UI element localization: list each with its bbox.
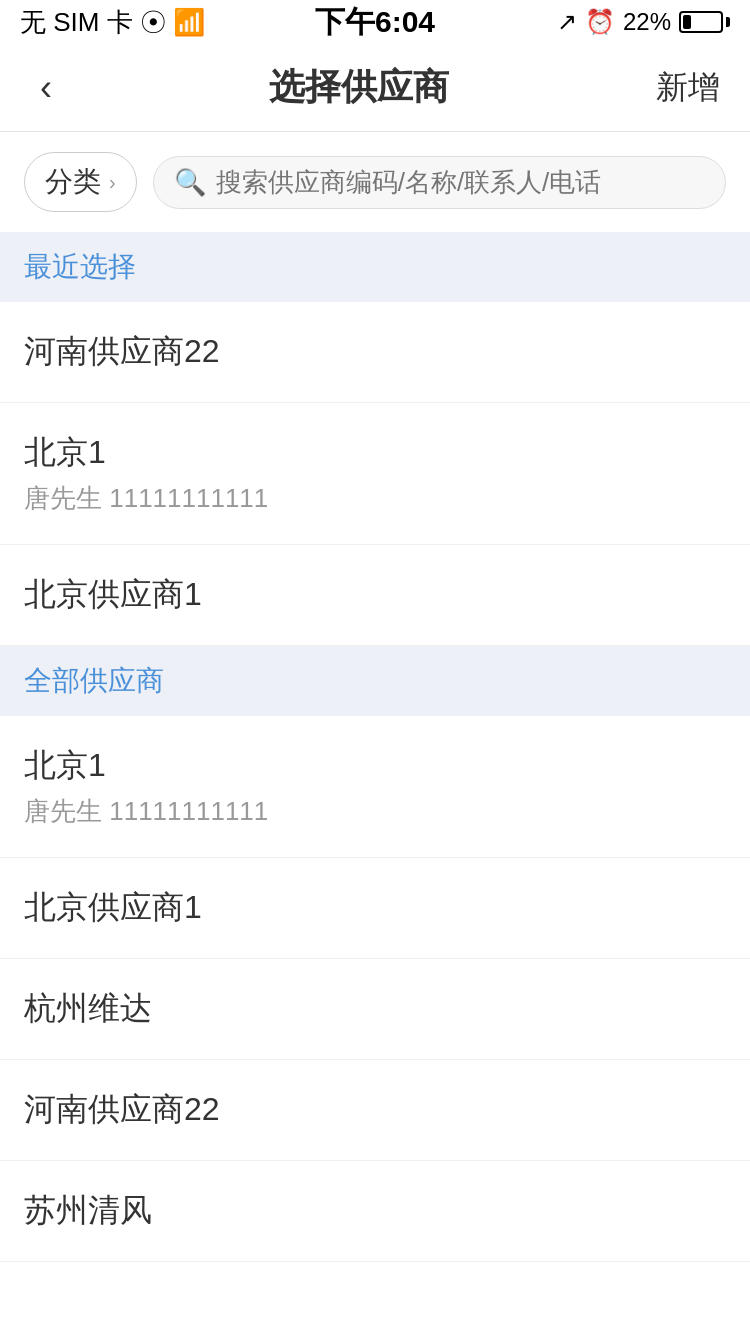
search-box[interactable]: 🔍	[153, 156, 726, 209]
item-name: 河南供应商22	[24, 1088, 726, 1132]
item-sub: 唐先生 11111111111	[24, 481, 726, 516]
item-name: 北京1	[24, 431, 726, 475]
status-time: 下午6:04	[315, 2, 435, 43]
nav-bar: ‹ 选择供应商 新增	[0, 44, 750, 132]
list-item[interactable]: 北京1 唐先生 11111111111	[0, 716, 750, 858]
section-header-all: 全部供应商	[0, 646, 750, 716]
list-item[interactable]: 河南供应商22	[0, 1060, 750, 1161]
item-name: 杭州维达	[24, 987, 726, 1031]
filter-bar: 分类 › 🔍	[0, 132, 750, 232]
location-icon: ↗	[557, 8, 577, 36]
back-button[interactable]: ‹	[30, 57, 62, 119]
category-button[interactable]: 分类 ›	[24, 152, 137, 212]
nav-title: 选择供应商	[269, 63, 449, 112]
search-input[interactable]	[216, 167, 705, 198]
list-item[interactable]: 苏州清风	[0, 1161, 750, 1262]
status-bar: 无 SIM 卡 ☉ 📶 下午6:04 ↗ ⏰ 22%	[0, 0, 750, 44]
sections-container: 最近选择河南供应商22 北京1 唐先生 11111111111 北京供应商1 全部供应商…	[0, 232, 750, 1262]
item-name: 北京供应商1	[24, 573, 726, 617]
list-item[interactable]: 杭州维达	[0, 959, 750, 1060]
section-header-recent: 最近选择	[0, 232, 750, 302]
list-item[interactable]: 河南供应商22	[0, 302, 750, 403]
list-item[interactable]: 北京1 唐先生 11111111111	[0, 403, 750, 545]
battery-icon	[679, 11, 730, 33]
alarm-icon: ⏰	[585, 8, 615, 36]
item-sub: 唐先生 11111111111	[24, 794, 726, 829]
status-left: 无 SIM 卡 ☉ 📶	[20, 5, 205, 40]
item-name: 河南供应商22	[24, 330, 726, 374]
list-item[interactable]: 北京供应商1	[0, 858, 750, 959]
list-item[interactable]: 北京供应商1	[0, 545, 750, 646]
item-name: 北京1	[24, 744, 726, 788]
add-button[interactable]: 新增	[656, 66, 720, 110]
chevron-right-icon: ›	[109, 171, 116, 194]
item-name: 北京供应商1	[24, 886, 726, 930]
item-name: 苏州清风	[24, 1189, 726, 1233]
category-label: 分类	[45, 163, 101, 201]
status-right: ↗ ⏰ 22%	[557, 8, 730, 36]
search-icon: 🔍	[174, 167, 206, 198]
battery-percent: 22%	[623, 8, 671, 36]
